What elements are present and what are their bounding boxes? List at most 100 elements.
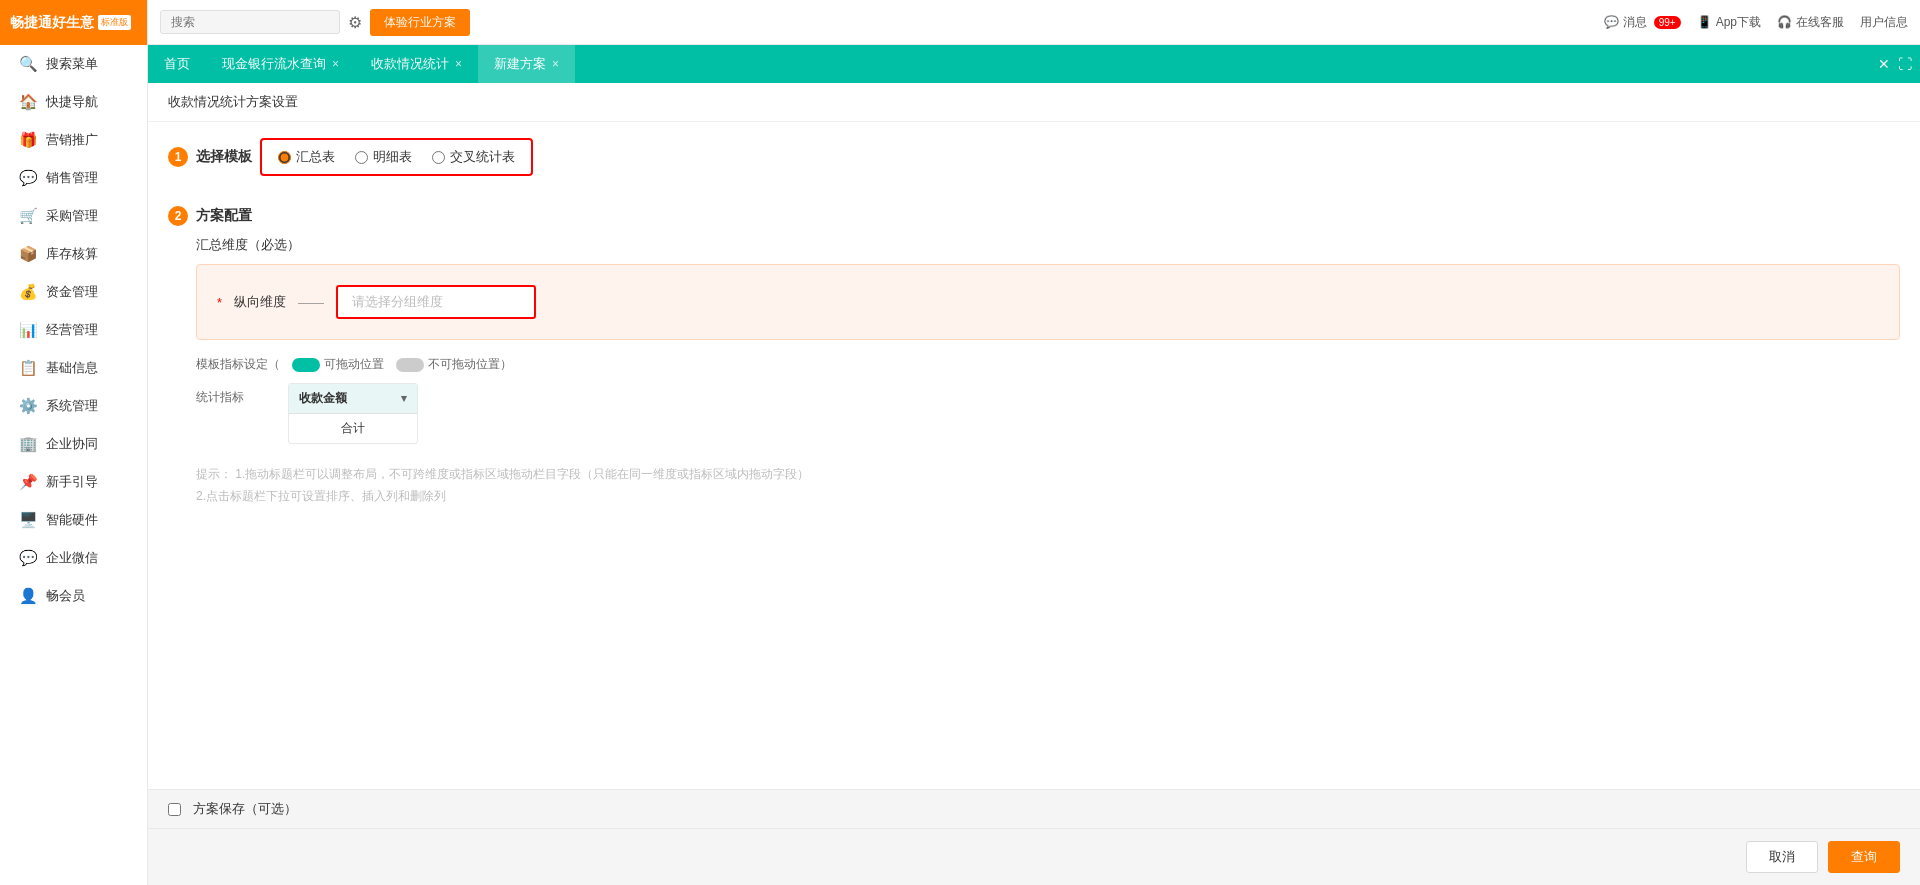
logo-area: 畅捷通好生意 标准版 [0, 0, 147, 45]
dimension-vertical-label: 纵向维度 [234, 293, 286, 311]
dimension-placeholder: 请选择分组维度 [352, 294, 443, 309]
save-plan-checkbox[interactable] [168, 803, 181, 816]
wechat-icon: 💬 [19, 549, 38, 567]
sidebar-item-smart-hardware[interactable]: 🖥️ 智能硬件 [0, 501, 147, 539]
radio-cross[interactable]: 交叉统计表 [432, 148, 515, 166]
cart-icon: 🛒 [19, 207, 38, 225]
stats-table-row: 合计 [289, 414, 417, 443]
sidebar-item-basic-info[interactable]: 📋 基础信息 [0, 349, 147, 387]
tab-new-plan[interactable]: 新建方案 × [478, 45, 575, 83]
user-label: 用户信息 [1860, 14, 1908, 31]
close-window-icon[interactable]: ✕ [1878, 56, 1890, 72]
stats-table: 收款金额 ▾ 合计 [288, 383, 418, 444]
tabbar: 首页 现金银行流水查询 × 收款情况统计 × 新建方案 × ✕ ⛶ [148, 45, 1920, 83]
content-inner: 收款情况统计方案设置 1 选择模板 汇总表 明细表 [148, 83, 1920, 789]
app-download-item[interactable]: 📱 App下载 [1697, 14, 1761, 31]
toggle-non-draggable[interactable]: 不可拖动位置） [396, 356, 512, 373]
sidebar-item-marketing[interactable]: 🎁 营销推广 [0, 121, 147, 159]
tabbar-right-actions: ✕ ⛶ [1878, 45, 1920, 83]
toggle-non-draggable-label: 不可拖动位置） [428, 356, 512, 373]
sidebar-item-enterprise-wechat[interactable]: 💬 企业微信 [0, 539, 147, 577]
box-icon: 📦 [19, 245, 38, 263]
topbar: ⚙ 体验行业方案 💬 消息 99+ 📱 App下载 🎧 在线客服 用户信息 [148, 0, 1920, 45]
sidebar-item-purchase[interactable]: 🛒 采购管理 [0, 197, 147, 235]
cancel-button[interactable]: 取消 [1746, 841, 1818, 873]
section2-header: 2 方案配置 [168, 206, 1900, 226]
expand-window-icon[interactable]: ⛶ [1898, 56, 1912, 72]
sidebar-item-beginner[interactable]: 📌 新手引导 [0, 463, 147, 501]
dimension-select[interactable]: 请选择分组维度 [336, 285, 536, 319]
tab-payment-stats[interactable]: 收款情况统计 × [355, 45, 478, 83]
dimension-area: * 纵向维度 —— 请选择分组维度 [196, 264, 1900, 340]
search-input[interactable] [160, 10, 340, 34]
dimension-outer: 汇总维度（必选） * 纵向维度 —— 请选择分组维度 [168, 236, 1900, 515]
logo-badge: 标准版 [98, 15, 131, 30]
sidebar-item-label: 基础信息 [46, 359, 98, 377]
tab-bank-flow-label: 现金银行流水查询 [222, 55, 326, 73]
tab-new-plan-label: 新建方案 [494, 55, 546, 73]
radio-detail-input[interactable] [355, 151, 368, 164]
indicator-title: 模板指标设定（ [196, 356, 280, 373]
topbar-gear-icon[interactable]: ⚙ [348, 13, 362, 32]
message-item[interactable]: 💬 消息 99+ [1604, 14, 1681, 31]
sidebar-item-member[interactable]: 👤 畅会员 [0, 577, 147, 615]
sidebar-item-inventory[interactable]: 📦 库存核算 [0, 235, 147, 273]
list-icon: 📋 [19, 359, 38, 377]
dimension-required-label: * [217, 295, 222, 310]
app-icon: 📱 [1697, 15, 1712, 29]
sidebar-item-finance[interactable]: 💰 资金管理 [0, 273, 147, 311]
sidebar-item-label: 采购管理 [46, 207, 98, 225]
query-button[interactable]: 查询 [1828, 841, 1900, 873]
tab-new-plan-close[interactable]: × [552, 57, 559, 71]
save-plan-label: 方案保存（可选） [193, 800, 297, 818]
radio-summary-input[interactable] [278, 151, 291, 164]
section1-label: 选择模板 [196, 148, 252, 166]
tab-payment-stats-close[interactable]: × [455, 57, 462, 71]
sidebar: 畅捷通好生意 标准版 🔍 搜索菜单 🏠 快捷导航 🎁 营销推广 💬 销售管理 🛒… [0, 0, 148, 885]
sidebar-item-label: 新手引导 [46, 473, 98, 491]
stats-table-header: 收款金额 ▾ [289, 384, 417, 414]
tab-home[interactable]: 首页 [148, 45, 206, 83]
tab-bank-flow[interactable]: 现金银行流水查询 × [206, 45, 355, 83]
online-service-item[interactable]: 🎧 在线客服 [1777, 14, 1844, 31]
sidebar-item-label: 资金管理 [46, 283, 98, 301]
radio-detail[interactable]: 明细表 [355, 148, 412, 166]
user-info-item[interactable]: 用户信息 [1860, 14, 1908, 31]
sidebar-item-enterprise-collab[interactable]: 🏢 企业协同 [0, 425, 147, 463]
radio-summary-label: 汇总表 [296, 148, 335, 166]
template-options-box: 汇总表 明细表 交叉统计表 [260, 138, 533, 176]
tab-bank-flow-close[interactable]: × [332, 57, 339, 71]
online-service-label: 在线客服 [1796, 14, 1844, 31]
sidebar-item-label: 搜索菜单 [46, 55, 98, 73]
indicator-settings: 模板指标设定（ 可拖动位置 不可拖动位置） [196, 356, 1900, 444]
sidebar-item-quick-nav[interactable]: 🏠 快捷导航 [0, 83, 147, 121]
toggle-draggable-pill [292, 358, 320, 372]
gear-icon: ⚙️ [19, 397, 38, 415]
toggle-draggable-label: 可拖动位置 [324, 356, 384, 373]
sidebar-item-sales[interactable]: 💬 销售管理 [0, 159, 147, 197]
toggle-draggable[interactable]: 可拖动位置 [292, 356, 384, 373]
sidebar-item-operations[interactable]: 📊 经营管理 [0, 311, 147, 349]
chart-icon: 📊 [19, 321, 38, 339]
radio-cross-input[interactable] [432, 151, 445, 164]
dimension-row: * 纵向维度 —— 请选择分组维度 [217, 285, 1879, 319]
service-icon: 🎧 [1777, 15, 1792, 29]
stats-col-chevron[interactable]: ▾ [401, 392, 407, 405]
message-badge: 99+ [1654, 16, 1681, 29]
sidebar-item-search[interactable]: 🔍 搜索菜单 [0, 45, 147, 83]
sidebar-item-label: 系统管理 [46, 397, 98, 415]
hint-area: 提示： 1.拖动标题栏可以调整布局，不可跨维度或指标区域拖动栏目字段（只能在同一… [196, 456, 1900, 515]
section2-number: 2 [168, 206, 188, 226]
sidebar-item-label: 企业微信 [46, 549, 98, 567]
bottom-bar: 方案保存（可选） [148, 789, 1920, 828]
sidebar-item-label: 畅会员 [46, 587, 85, 605]
trial-button[interactable]: 体验行业方案 [370, 9, 470, 36]
sidebar-item-label: 智能硬件 [46, 511, 98, 529]
sidebar-item-system[interactable]: ⚙️ 系统管理 [0, 387, 147, 425]
radio-summary[interactable]: 汇总表 [278, 148, 335, 166]
message-label: 消息 [1623, 14, 1647, 31]
sidebar-item-label: 企业协同 [46, 435, 98, 453]
gift-icon: 🎁 [19, 131, 38, 149]
monitor-icon: 🖥️ [19, 511, 38, 529]
sidebar-item-label: 营销推广 [46, 131, 98, 149]
